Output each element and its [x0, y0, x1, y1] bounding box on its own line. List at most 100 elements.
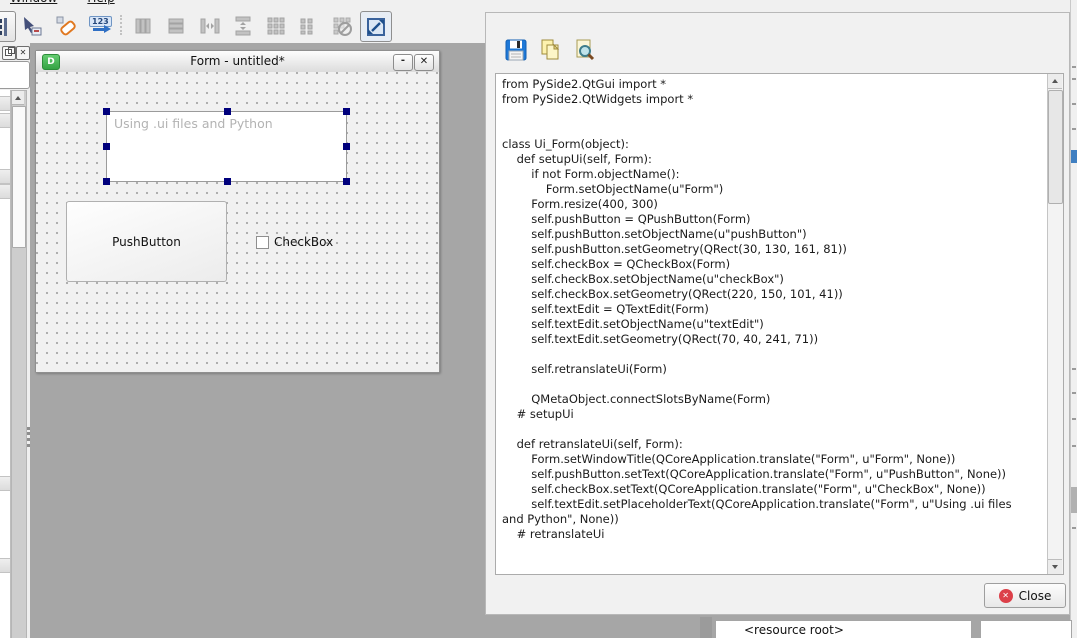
- dock-splitter-handle[interactable]: [27, 427, 33, 447]
- panel-dash: [1072, 527, 1076, 529]
- layout-vertically-button[interactable]: [161, 11, 191, 40]
- edit-signals-slots-icon: [21, 15, 43, 37]
- edit-buddies-button[interactable]: [51, 11, 81, 40]
- selection-handle[interactable]: [343, 178, 350, 185]
- form-designer-window: D Form - untitled* - ✕ Using .ui files a…: [35, 50, 440, 373]
- panel-dash: [1072, 103, 1076, 105]
- code-preview-dialog: from PySide2.QtGui import * from PySide2…: [485, 12, 1070, 615]
- checkbox-indicator[interactable]: [256, 236, 269, 249]
- layout-horizontally-button[interactable]: [128, 11, 158, 40]
- panel-dash: [1072, 392, 1076, 394]
- scroll-down-arrow-icon[interactable]: [1048, 559, 1062, 574]
- right-panel-sliver: [1070, 0, 1077, 638]
- toolbar-separator: [120, 15, 124, 35]
- close-button[interactable]: ✕ Close: [984, 583, 1066, 608]
- dock-close-button[interactable]: ✕: [16, 46, 30, 60]
- widget-box-list[interactable]: [0, 90, 11, 638]
- layout-horizontally-icon: [132, 15, 154, 37]
- selection-handle[interactable]: [343, 108, 350, 115]
- selection-handle[interactable]: [103, 178, 110, 185]
- break-layout-icon: [331, 15, 353, 37]
- layout-vertically-icon: [165, 15, 187, 37]
- adjust-size-icon: [365, 16, 387, 38]
- scrollbar-thumb[interactable]: [12, 106, 26, 248]
- widget-category-item[interactable]: [0, 558, 10, 573]
- push-button-widget[interactable]: PushButton: [66, 201, 227, 282]
- layout-form-button[interactable]: [294, 11, 324, 40]
- widget-category-item[interactable]: [0, 96, 10, 111]
- layout-vertical-splitter-button[interactable]: [228, 11, 258, 40]
- edit-widgets-button[interactable]: [0, 11, 16, 42]
- selection-handle[interactable]: [343, 143, 350, 150]
- widget-category-item[interactable]: [0, 184, 10, 199]
- resource-tree-panel[interactable]: <resource root>: [715, 620, 972, 638]
- form-minimize-button[interactable]: -: [393, 54, 413, 71]
- code-preview-toolbar: [504, 38, 596, 62]
- edit-tab-order-button[interactable]: 123: [85, 11, 115, 40]
- form-title-bar[interactable]: D Form - untitled* - ✕: [36, 51, 439, 73]
- form-window-title: Form - untitled*: [36, 54, 439, 68]
- code-scrollbar[interactable]: [1047, 74, 1063, 574]
- edit-signals-slots-button[interactable]: [17, 11, 47, 40]
- break-layout-button[interactable]: [327, 11, 357, 40]
- menu-item-help[interactable]: Help: [87, 0, 114, 5]
- scrollbar-thumb[interactable]: [1048, 90, 1063, 204]
- close-button-label: Close: [1019, 589, 1052, 603]
- copy-icon: [539, 39, 561, 61]
- find-icon: [573, 39, 595, 61]
- menu-item-window[interactable]: Window: [10, 0, 57, 5]
- resource-detail-panel[interactable]: [980, 620, 1072, 638]
- bottom-scroll-strip: [700, 617, 712, 638]
- selection-handle[interactable]: [224, 178, 231, 185]
- push-button-label: PushButton: [112, 235, 181, 249]
- scroll-up-arrow-icon[interactable]: [1048, 74, 1062, 89]
- close-badge-icon: ✕: [999, 589, 1013, 603]
- edit-tab-order-icon: 123: [89, 15, 111, 37]
- save-icon: [505, 39, 527, 61]
- float-icon: [5, 49, 12, 56]
- widget-box-scrollbar[interactable]: [11, 90, 27, 638]
- edit-buddies-icon: [55, 15, 77, 37]
- code-text-area[interactable]: from PySide2.QtGui import * from PySide2…: [495, 73, 1064, 575]
- save-button[interactable]: [504, 38, 528, 62]
- layout-grid-icon: [265, 15, 287, 37]
- widget-category-item[interactable]: [0, 169, 10, 184]
- layout-horizontal-splitter-button[interactable]: [195, 11, 225, 40]
- selection-handle[interactable]: [103, 108, 110, 115]
- copy-button[interactable]: [538, 38, 562, 62]
- resource-root-item[interactable]: <resource root>: [744, 623, 844, 637]
- panel-dash: [1072, 445, 1076, 447]
- text-edit-widget[interactable]: Using .ui files and Python: [106, 111, 347, 182]
- close-icon: ✕: [20, 48, 27, 57]
- panel-selection-mark: [1071, 150, 1077, 163]
- qt-designer-screen: Window Help: [0, 0, 1077, 638]
- check-box-widget[interactable]: CheckBox: [256, 234, 333, 250]
- layout-grid-button[interactable]: [261, 11, 291, 40]
- selection-handle[interactable]: [224, 108, 231, 115]
- layout-horizontal-splitter-icon: [199, 15, 221, 37]
- panel-dash: [1072, 78, 1076, 80]
- widget-filter-input[interactable]: [0, 61, 30, 89]
- panel-scroll-mark: [1071, 487, 1077, 513]
- panel-dash: [1072, 418, 1076, 420]
- code-text: from PySide2.QtGui import * from PySide2…: [502, 77, 1045, 542]
- widget-box-dock: ✕: [0, 43, 30, 638]
- panel-dash: [1072, 368, 1076, 370]
- selection-handle[interactable]: [103, 143, 110, 150]
- find-button[interactable]: [572, 38, 596, 62]
- widget-category-item[interactable]: [0, 113, 10, 128]
- adjust-size-button[interactable]: [360, 11, 392, 42]
- scroll-up-arrow-icon[interactable]: [12, 91, 24, 105]
- checkbox-label: CheckBox: [274, 235, 333, 249]
- dock-float-button[interactable]: [2, 46, 16, 60]
- panel-dash: [1072, 128, 1076, 130]
- layout-form-icon: [298, 15, 320, 37]
- layout-vertical-splitter-icon: [232, 15, 254, 37]
- edit-widgets-icon: [0, 16, 11, 38]
- widget-category-item[interactable]: [0, 476, 10, 491]
- panel-dash: [1072, 66, 1076, 68]
- menu-bar: Window Help: [0, 0, 1077, 9]
- form-canvas[interactable]: Using .ui files and Python PushButton Ch…: [36, 72, 439, 372]
- form-close-button[interactable]: ✕: [414, 54, 434, 71]
- text-edit-placeholder: Using .ui files and Python: [114, 116, 273, 131]
